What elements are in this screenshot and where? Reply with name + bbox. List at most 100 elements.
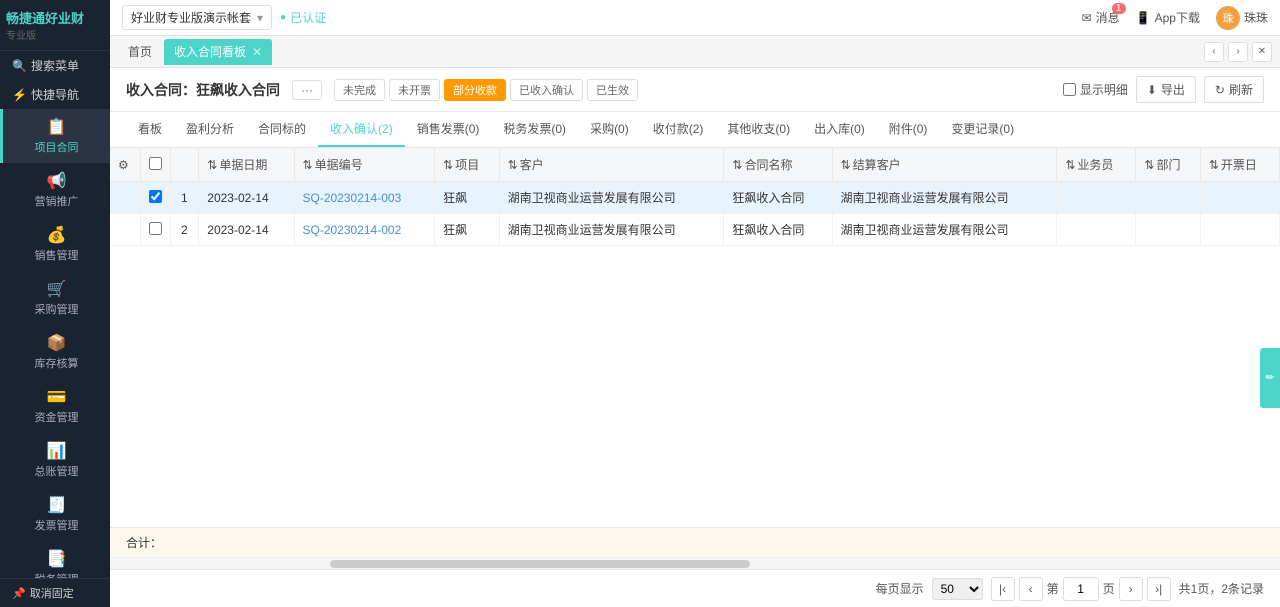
sidebar-item-invoice[interactable]: 🧾 发票管理 [0,487,110,541]
th-gear[interactable]: ⚙ [110,148,140,182]
sidebar-item-label: 营销推广 [35,193,79,209]
sub-nav-other-income[interactable]: 其他收支(0) [715,112,802,147]
sidebar-item-general-ledger[interactable]: 📊 总账管理 [0,433,110,487]
sidebar-items: 📋 项目合同 📢 营销推广 💰 销售管理 🛒 采购管理 📦 库存核算 💳 资金管… [0,109,110,578]
marketing-icon: 📢 [47,171,67,191]
sidebar-item-sales[interactable]: 💰 销售管理 [0,217,110,271]
sidebar-item-marketing[interactable]: 📢 营销推广 [0,163,110,217]
sub-nav-purchase[interactable]: 采购(0) [578,112,641,147]
row-checkbox[interactable] [149,190,162,203]
topbar-left: 好业财专业版演示帐套 ▾ 已认证 [122,5,326,30]
th-department[interactable]: ⇅ 部门 [1136,148,1200,182]
logo-sub: 专业版 [6,27,104,42]
user-profile[interactable]: 珠 珠珠 [1216,6,1268,30]
cell-gear [110,182,140,214]
scrollbar-thumb[interactable] [330,560,750,568]
cell-open-date [1200,214,1279,246]
sub-nav-profit-analysis[interactable]: 盈利分析 [174,112,246,147]
unpin-button[interactable]: 📌 取消固定 [0,578,110,607]
pager-last-button[interactable]: ›| [1147,577,1171,601]
status-unfinished[interactable]: 未完成 [334,79,385,101]
tab-home[interactable]: 首页 [118,39,162,65]
cell-department [1136,214,1200,246]
status-partial-receipt[interactable]: 部分收款 [444,79,506,101]
sub-nav-sales-invoice[interactable]: 销售发票(0) [405,112,492,147]
sub-nav-payment[interactable]: 收付款(2) [641,112,716,147]
quick-nav-button[interactable]: ⚡ 快捷导航 [0,80,110,109]
nav-close-button[interactable]: ✕ [1252,42,1272,62]
nav-next-button[interactable]: › [1228,42,1248,62]
th-result-customer[interactable]: ⇅ 结算客户 [832,148,1057,182]
pager-first-button[interactable]: |‹ [991,577,1015,601]
sort-icon: ⇅ [1065,158,1075,172]
tab-income-contract[interactable]: 收入合同看板 ✕ [164,39,272,65]
sidebar-item-inventory[interactable]: 📦 库存核算 [0,325,110,379]
table-header: ⚙ ⇅ 单据日期 ⇅ 单据编号 ⇅ 项目 ⇅ 客户 ⇅ 合同名称 ⇅ 结算客户 … [110,148,1280,182]
th-date[interactable]: ⇅ 单据日期 [199,148,294,182]
pager-prev-button[interactable]: ‹ [1019,577,1043,601]
show-detail-label: 显示明细 [1080,81,1128,98]
cell-checkbox[interactable] [140,182,170,214]
status-effective[interactable]: 已生效 [587,79,638,101]
th-contract-name[interactable]: ⇅ 合同名称 [724,148,832,182]
company-selector[interactable]: 好业财专业版演示帐套 ▾ [122,5,272,30]
th-number[interactable]: ⇅ 单据编号 [294,148,435,182]
nav-prev-button[interactable]: ‹ [1204,42,1224,62]
table-row[interactable]: 2 2023-02-14 SQ-20230214-002 狂飙 湖南卫视商业运营… [110,214,1280,246]
unpin-icon: 📌 [12,587,26,600]
page-number-input[interactable] [1063,577,1099,601]
sales-icon: 💰 [47,225,67,245]
cell-contract-name: 狂飙收入合同 [724,182,832,214]
sub-nav-dashboard[interactable]: 看板 [126,112,174,147]
pager-next-button[interactable]: › [1119,577,1143,601]
sort-icon: ⇅ [1209,158,1219,172]
status-confirmed[interactable]: 已收入确认 [510,79,583,101]
th-salesperson[interactable]: ⇅ 业务员 [1057,148,1136,182]
total-label: 合计： [126,534,162,551]
sub-nav-tax-invoice[interactable]: 税务发票(0) [491,112,578,147]
refresh-button[interactable]: ↻ 刷新 [1204,76,1264,103]
table-row[interactable]: 1 2023-02-14 SQ-20230214-003 狂飙 湖南卫视商业运营… [110,182,1280,214]
status-uninvoiced[interactable]: 未开票 [389,79,440,101]
cell-date: 2023-02-14 [199,214,294,246]
sub-nav-contract-standard[interactable]: 合同标的 [246,112,318,147]
sidebar-item-label: 总账管理 [35,463,79,479]
sidebar-item-finance[interactable]: 💳 资金管理 [0,379,110,433]
more-button[interactable]: ··· [292,80,322,100]
float-edit-button[interactable]: ✏ [1260,348,1280,408]
sidebar-item-purchase[interactable]: 🛒 采购管理 [0,271,110,325]
search-label: 搜索菜单 [31,57,79,74]
row-checkbox[interactable] [149,222,162,235]
nav-arrows: ‹ › ✕ [1204,42,1272,62]
sub-nav-change-log[interactable]: 变更记录(0) [939,112,1026,147]
cell-checkbox[interactable] [140,214,170,246]
th-checkbox[interactable] [140,148,170,182]
pagination-bar: 每页显示 10 20 50 100 |‹ ‹ 第 页 › ›| [110,569,1280,607]
sidebar-item-project-contract[interactable]: 📋 项目合同 [0,109,110,163]
th-open-date[interactable]: ⇅ 开票日 [1200,148,1279,182]
sub-nav-income-confirm[interactable]: 收入确认(2) [318,112,405,147]
message-button[interactable]: ✉ 消息 1 [1082,9,1120,26]
sub-nav: 看板 盈利分析 合同标的 收入确认(2) 销售发票(0) 税务发票(0) 采购(… [110,112,1280,148]
th-customer[interactable]: ⇅ 客户 [499,148,724,182]
content-area: 收入合同：狂飙收入合同 ··· 未完成 未开票 部分收款 已收入确认 已生效 显… [110,68,1280,607]
show-detail-checkbox[interactable] [1063,83,1076,96]
number-link[interactable]: SQ-20230214-003 [303,191,402,205]
export-button[interactable]: ⬇ 导出 [1136,76,1196,103]
tab-close-icon[interactable]: ✕ [252,45,262,59]
app-download-button[interactable]: 📱 App下载 [1136,9,1200,26]
cell-salesperson [1057,214,1136,246]
th-project[interactable]: ⇅ 项目 [435,148,499,182]
horizontal-scrollbar[interactable] [110,557,1280,569]
tabs-bar: 首页 收入合同看板 ✕ ‹ › ✕ [110,36,1280,68]
sidebar-search[interactable]: 🔍 搜索菜单 [0,51,110,80]
sub-nav-inout-stock[interactable]: 出入库(0) [802,112,877,147]
sub-nav-attachments[interactable]: 附件(0) [877,112,940,147]
page-size-select[interactable]: 10 20 50 100 [932,578,983,600]
show-detail-checkbox-group: 显示明细 [1063,81,1128,98]
page-title: 收入合同：狂飙收入合同 [126,80,280,100]
number-link[interactable]: SQ-20230214-002 [303,223,402,237]
sort-icon: ⇅ [1144,158,1154,172]
select-all-checkbox[interactable] [149,157,162,170]
sidebar-item-tax[interactable]: 📑 税务管理 [0,541,110,578]
